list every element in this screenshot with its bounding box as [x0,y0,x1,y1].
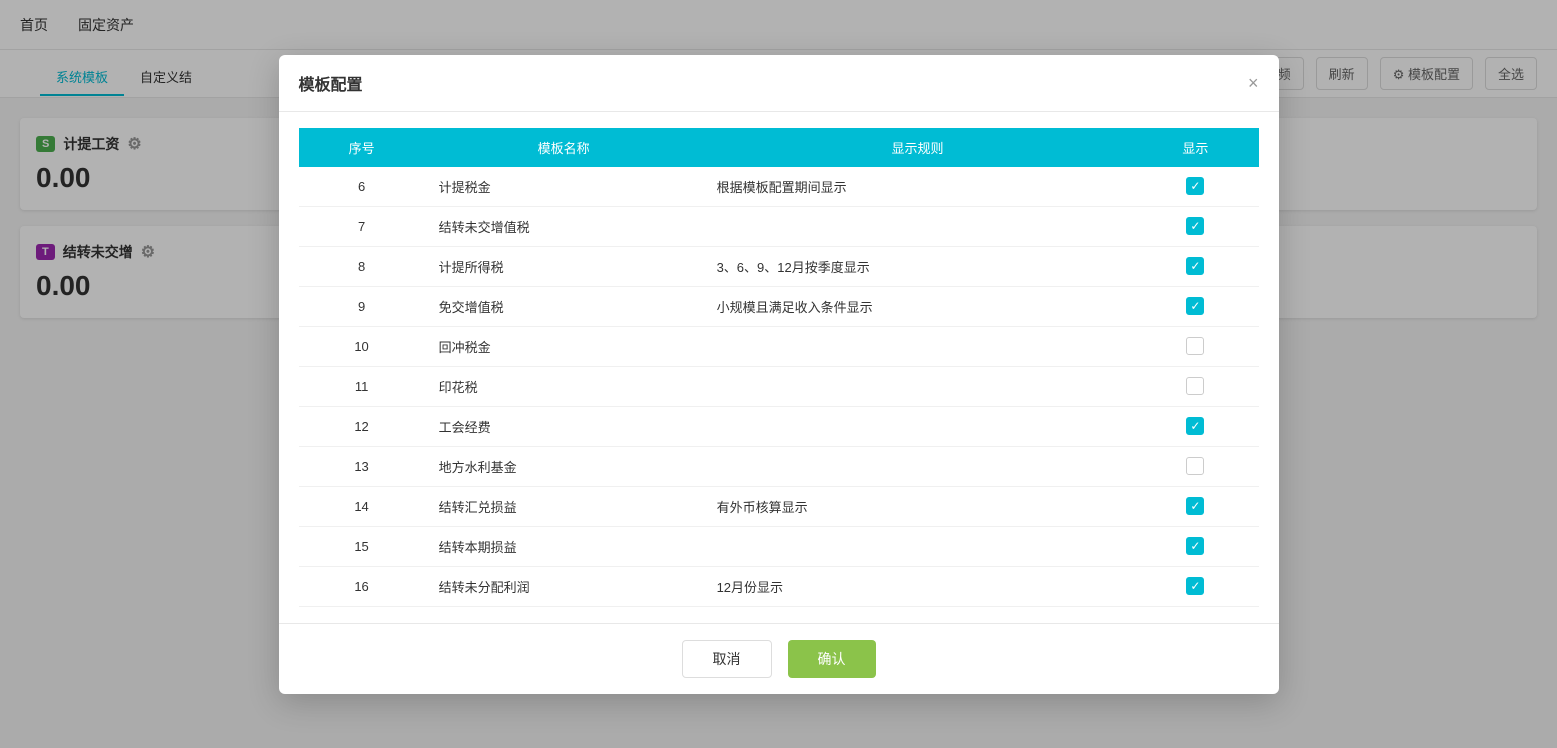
row-rule [703,206,1133,246]
display-checkbox[interactable] [1186,497,1204,515]
col-rule: 显示规则 [703,128,1133,167]
row-index: 9 [299,286,425,326]
row-name: 工会经费 [425,406,703,446]
modal-header: 模板配置 × [279,55,1279,112]
row-name: 印花税 [425,366,703,406]
col-index: 序号 [299,128,425,167]
row-display [1132,406,1258,446]
display-checkbox[interactable] [1186,177,1204,195]
table-row: 7结转未交增值税 [299,206,1259,246]
row-display [1132,366,1258,406]
table-row: 11印花税 [299,366,1259,406]
row-rule [703,526,1133,566]
table-row: 15结转本期损益 [299,526,1259,566]
row-display [1132,486,1258,526]
table-row: 13地方水利基金 [299,446,1259,486]
cancel-button[interactable]: 取消 [682,640,772,678]
table-header: 序号 模板名称 显示规则 显示 [299,128,1259,167]
row-name: 免交增值税 [425,286,703,326]
table-row: 16结转未分配利润12月份显示 [299,566,1259,606]
template-config-modal: 模板配置 × 序号 模板名称 显示规则 显示 6计提税金根据模板配置期间显示7结… [279,55,1279,694]
col-display: 显示 [1132,128,1258,167]
row-display [1132,526,1258,566]
table-row: 14结转汇兑损益有外币核算显示 [299,486,1259,526]
row-index: 6 [299,167,425,207]
row-name: 结转未分配利润 [425,566,703,606]
display-checkbox[interactable] [1186,577,1204,595]
row-index: 14 [299,486,425,526]
row-index: 13 [299,446,425,486]
row-name: 回冲税金 [425,326,703,366]
row-name: 计提税金 [425,167,703,207]
row-rule: 3、6、9、12月按季度显示 [703,246,1133,286]
display-checkbox[interactable] [1186,537,1204,555]
table-row: 8计提所得税3、6、9、12月按季度显示 [299,246,1259,286]
modal-footer: 取消 确认 [279,623,1279,694]
row-name: 结转汇兑损益 [425,486,703,526]
row-index: 12 [299,406,425,446]
display-checkbox[interactable] [1186,337,1204,355]
col-name: 模板名称 [425,128,703,167]
row-rule: 小规模且满足收入条件显示 [703,286,1133,326]
row-index: 8 [299,246,425,286]
row-display [1132,566,1258,606]
display-checkbox[interactable] [1186,257,1204,275]
row-display [1132,446,1258,486]
row-name: 结转本期损益 [425,526,703,566]
table-body: 6计提税金根据模板配置期间显示7结转未交增值税8计提所得税3、6、9、12月按季… [299,167,1259,607]
display-checkbox[interactable] [1186,377,1204,395]
row-rule [703,406,1133,446]
table-row: 6计提税金根据模板配置期间显示 [299,167,1259,207]
row-display [1132,286,1258,326]
modal-body: 序号 模板名称 显示规则 显示 6计提税金根据模板配置期间显示7结转未交增值税8… [279,112,1279,623]
display-checkbox[interactable] [1186,217,1204,235]
row-rule: 有外币核算显示 [703,486,1133,526]
confirm-button[interactable]: 确认 [788,640,876,678]
row-rule [703,366,1133,406]
row-display [1132,246,1258,286]
row-display [1132,206,1258,246]
row-name: 地方水利基金 [425,446,703,486]
row-index: 10 [299,326,425,366]
row-index: 16 [299,566,425,606]
row-name: 计提所得税 [425,246,703,286]
row-rule [703,446,1133,486]
modal-title: 模板配置 [299,71,363,95]
row-index: 15 [299,526,425,566]
modal-close-button[interactable]: × [1248,74,1259,92]
modal-overlay: 模板配置 × 序号 模板名称 显示规则 显示 6计提税金根据模板配置期间显示7结… [0,0,1557,748]
row-index: 7 [299,206,425,246]
row-display [1132,167,1258,207]
row-rule [703,326,1133,366]
display-checkbox[interactable] [1186,457,1204,475]
table-row: 10回冲税金 [299,326,1259,366]
table-row: 12工会经费 [299,406,1259,446]
row-rule: 12月份显示 [703,566,1133,606]
config-table: 序号 模板名称 显示规则 显示 6计提税金根据模板配置期间显示7结转未交增值税8… [299,128,1259,607]
row-display [1132,326,1258,366]
display-checkbox[interactable] [1186,297,1204,315]
row-rule: 根据模板配置期间显示 [703,167,1133,207]
row-name: 结转未交增值税 [425,206,703,246]
display-checkbox[interactable] [1186,417,1204,435]
row-index: 11 [299,366,425,406]
table-row: 9免交增值税小规模且满足收入条件显示 [299,286,1259,326]
